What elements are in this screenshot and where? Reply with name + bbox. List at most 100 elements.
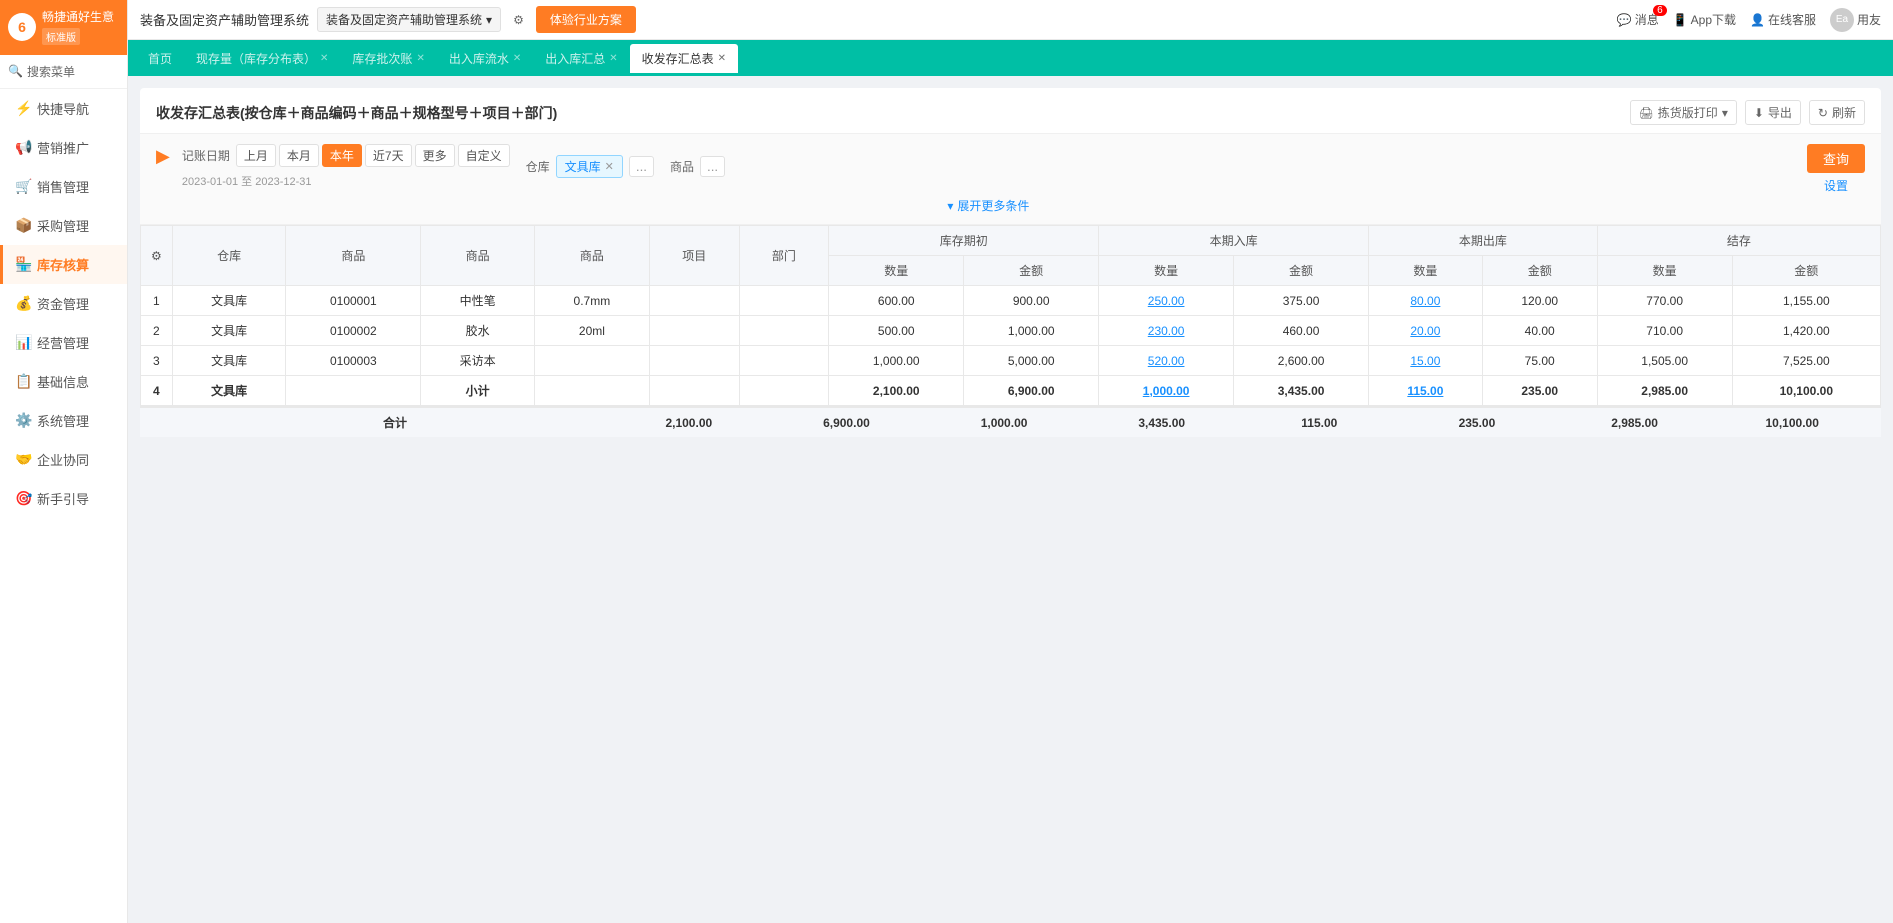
in-qty-link[interactable]: 250.00 — [1148, 294, 1185, 308]
tab-home[interactable]: 首页 — [136, 44, 184, 73]
trial-button[interactable]: 体验行业方案 — [536, 6, 636, 33]
row-out-qty[interactable]: 115.00 — [1369, 376, 1483, 406]
search-label: 搜索菜单 — [27, 63, 75, 80]
filter-toggle[interactable]: ▶ — [156, 146, 170, 167]
row-warehouse: 文具库 — [172, 346, 286, 376]
date-btn-this-year[interactable]: 本年 — [322, 144, 362, 167]
sidebar-item-basic[interactable]: 📋基础信息 — [0, 362, 127, 401]
tab-recv-send-summary[interactable]: 收发存汇总表✕ — [630, 44, 738, 73]
in-qty-link[interactable]: 230.00 — [1148, 324, 1185, 338]
query-button[interactable]: 查询 — [1807, 144, 1865, 173]
goods-more-btn[interactable]: ... — [700, 156, 725, 177]
search-icon: 🔍 — [8, 64, 23, 78]
tab-label: 库存批次账 — [352, 50, 412, 67]
tab-close-inventory-dist[interactable]: ✕ — [320, 53, 328, 64]
data-table: ⚙ 仓库 商品 商品 商品 项目 部门 库存期初 本期入库 本期出库 结存 数量 — [140, 225, 1881, 406]
row-no: 2 — [141, 316, 173, 346]
online-service-label: 在线客服 — [1768, 11, 1816, 28]
sidebar-item-collab[interactable]: 🤝企业协同 — [0, 440, 127, 479]
sidebar-item-purchase[interactable]: 📦采购管理 — [0, 206, 127, 245]
row-in-qty[interactable]: 520.00 — [1099, 346, 1234, 376]
nav-label: 快捷导航 — [37, 99, 89, 118]
date-label: 记账日期 — [182, 147, 230, 164]
collab-icon: 🤝 — [15, 451, 31, 468]
row-in-qty[interactable]: 250.00 — [1099, 286, 1234, 316]
row-name: 胶水 — [421, 316, 535, 346]
refresh-button[interactable]: ↻ 刷新 — [1809, 100, 1865, 125]
out-qty-link[interactable]: 15.00 — [1410, 354, 1440, 368]
sidebar-item-system[interactable]: ⚙️系统管理 — [0, 401, 127, 440]
user-menu-button[interactable]: Ea 用友 — [1830, 8, 1881, 32]
expand-more-btn[interactable]: ▾ 展开更多条件 — [947, 197, 1029, 214]
sales-icon: 🛒 — [15, 178, 31, 195]
tab-inout-flow[interactable]: 出入库流水✕ — [437, 44, 533, 73]
tab-close-inout-flow[interactable]: ✕ — [513, 53, 521, 64]
date-btn-7days[interactable]: 近7天 — [365, 144, 412, 167]
warehouse-remove-btn[interactable]: ✕ — [605, 160, 614, 173]
date-btn-more[interactable]: 更多 — [415, 144, 455, 167]
gear-icon[interactable]: ⚙ — [509, 9, 528, 31]
row-out-qty[interactable]: 80.00 — [1369, 286, 1483, 316]
warehouse-more-btn[interactable]: ... — [629, 156, 654, 177]
settings-link[interactable]: 设置 — [1807, 177, 1865, 194]
tab-batch[interactable]: 库存批次账 ✕ — [340, 44, 436, 73]
row-warehouse: 文具库 — [172, 286, 286, 316]
chevron-down-icon: ▾ — [486, 13, 492, 27]
date-btn-this-month[interactable]: 本月 — [279, 144, 319, 167]
sys-dropdown[interactable]: 装备及固定资产辅助管理系统 ▾ — [317, 7, 501, 32]
nav-label: 营销推广 — [37, 138, 89, 157]
sidebar-search[interactable]: 🔍 搜索菜单 — [0, 55, 127, 89]
app-download-label: App下载 — [1691, 11, 1736, 28]
tab-label: 出入库汇总 — [545, 50, 605, 67]
online-service-button[interactable]: 👤 在线客服 — [1750, 11, 1816, 28]
tab-close-inout-summary[interactable]: ✕ — [609, 53, 617, 64]
app-download-button[interactable]: 📱 App下载 — [1673, 11, 1736, 28]
row-spec — [534, 376, 649, 406]
date-btn-prev-month[interactable]: 上月 — [236, 144, 276, 167]
row-in-qty[interactable]: 1,000.00 — [1099, 376, 1234, 406]
finance-icon: 💰 — [15, 295, 31, 312]
tab-inout-summary[interactable]: 出入库汇总 ✕ — [533, 44, 629, 73]
row-dept — [739, 376, 829, 406]
chevron-down-icon: ▾ — [947, 199, 953, 213]
sidebar-item-finance[interactable]: 💰资金管理 — [0, 284, 127, 323]
print-button[interactable]: 🖨 拣货版打印 ▾ — [1630, 100, 1737, 125]
out-qty-link[interactable]: 20.00 — [1410, 324, 1440, 338]
marketing-icon: 📢 — [15, 139, 31, 156]
message-button[interactable]: 💬 消息 6 — [1617, 11, 1659, 28]
out-qty-link[interactable]: 115.00 — [1407, 384, 1443, 398]
col-group-init: 库存期初 — [829, 226, 1099, 256]
date-btn-custom[interactable]: 自定义 — [458, 144, 510, 167]
export-button[interactable]: ⬇ 导出 — [1745, 100, 1801, 125]
row-project — [649, 316, 739, 346]
row-init-qty: 600.00 — [829, 286, 964, 316]
row-out-qty[interactable]: 20.00 — [1369, 316, 1483, 346]
row-out-amt: 75.00 — [1482, 346, 1597, 376]
refresh-label: 刷新 — [1832, 104, 1856, 121]
row-out-amt: 40.00 — [1482, 316, 1597, 346]
tab-close-batch[interactable]: ✕ — [416, 53, 424, 64]
out-qty-link[interactable]: 80.00 — [1410, 294, 1440, 308]
tab-close-recv-send-summary[interactable]: ✕ — [718, 53, 726, 64]
row-in-qty[interactable]: 230.00 — [1099, 316, 1234, 346]
sidebar-item-guide[interactable]: 🎯新手引导 — [0, 479, 127, 518]
print-icon: 🖨 — [1639, 106, 1654, 120]
row-init-qty: 2,100.00 — [829, 376, 964, 406]
col-group-bal: 结存 — [1597, 226, 1880, 256]
tab-inventory-dist[interactable]: 现存量（库存分布表）✕ — [184, 44, 340, 73]
sidebar-nav: ⚡快捷导航 📢 营销推广 🛒销售管理📦采购管理🏪库存核算💰资金管理📊经营管理📋基础信息… — [0, 89, 127, 923]
sidebar-item-marketing[interactable]: 📢 营销推广 — [0, 128, 127, 167]
row-bal-amt: 1,155.00 — [1732, 286, 1880, 316]
warehouse-tag: 文具库 ✕ — [556, 155, 623, 178]
message-badge: 6 — [1653, 5, 1667, 16]
sidebar-item-quick-nav[interactable]: ⚡快捷导航 — [0, 89, 127, 128]
row-bal-amt: 1,420.00 — [1732, 316, 1880, 346]
in-qty-link[interactable]: 520.00 — [1148, 354, 1185, 368]
row-out-qty[interactable]: 15.00 — [1369, 346, 1483, 376]
sidebar-item-inventory[interactable]: 🏪库存核算 — [0, 245, 127, 284]
sidebar-item-sales[interactable]: 🛒销售管理 — [0, 167, 127, 206]
message-icon: 💬 — [1617, 13, 1632, 27]
col-settings[interactable]: ⚙ — [141, 226, 173, 286]
in-qty-link[interactable]: 1,000.00 — [1143, 384, 1190, 398]
sidebar-item-operations[interactable]: 📊经营管理 — [0, 323, 127, 362]
